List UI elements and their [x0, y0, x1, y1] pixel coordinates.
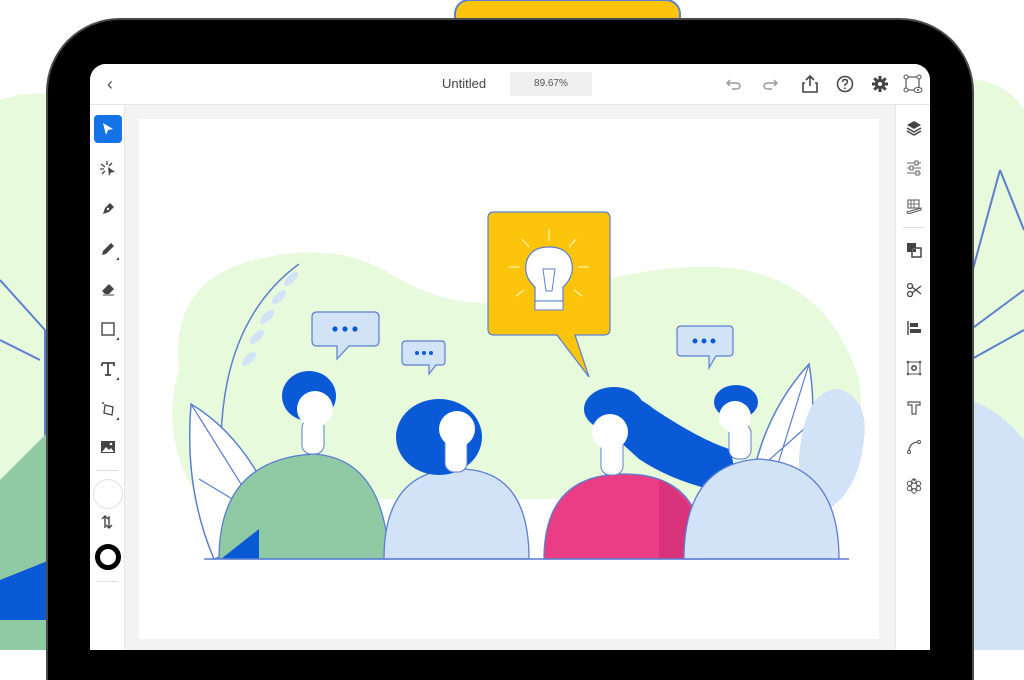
- right-toolbar: [895, 105, 930, 650]
- pencil-tool[interactable]: [94, 235, 122, 263]
- toolbar-divider: [96, 470, 118, 471]
- artwork: [172, 211, 865, 560]
- curve-icon[interactable]: [901, 433, 927, 459]
- transform-tool[interactable]: [94, 395, 122, 423]
- swatch-book-icon[interactable]: [901, 193, 927, 219]
- align-icon[interactable]: [901, 315, 927, 341]
- artboard[interactable]: [139, 119, 879, 639]
- scissors-icon[interactable]: [901, 277, 927, 303]
- selection-tool[interactable]: [94, 115, 122, 143]
- stroke-color-swatch[interactable]: [95, 544, 121, 570]
- eraser-tool[interactable]: [94, 275, 122, 303]
- sliders-icon[interactable]: [901, 155, 927, 181]
- toolbar-divider: [903, 227, 925, 228]
- settings-icon[interactable]: [870, 74, 890, 94]
- pen-nib-icon: [103, 203, 114, 214]
- left-toolbar: [90, 105, 125, 650]
- pencil-icon: [102, 243, 114, 255]
- place-image-tool[interactable]: [94, 433, 122, 461]
- rectangle-tool[interactable]: [94, 315, 122, 343]
- transform-icon: [102, 402, 114, 416]
- type-tool[interactable]: [94, 355, 122, 383]
- layers-icon[interactable]: [901, 115, 927, 141]
- canvas-area[interactable]: [125, 105, 895, 650]
- undo-icon[interactable]: [724, 74, 744, 94]
- pathfinder-icon[interactable]: [901, 237, 927, 263]
- zoom-level[interactable]: 89.67%: [510, 72, 592, 96]
- swap-arrows-icon[interactable]: [101, 515, 113, 529]
- effects-icon[interactable]: [901, 473, 927, 499]
- chevron-left-icon[interactable]: ‹: [100, 74, 120, 94]
- preview-icon[interactable]: [903, 74, 923, 94]
- top-bar: ‹ Untitled 89.67%: [90, 64, 930, 105]
- toolbar-divider: [96, 581, 118, 582]
- type-properties-icon[interactable]: [901, 395, 927, 421]
- eraser-icon: [102, 284, 114, 296]
- image-icon: [101, 441, 115, 453]
- direct-selection-tool[interactable]: [94, 155, 122, 183]
- app-screen: ‹ Untitled 89.67%: [90, 64, 930, 650]
- type-icon: [101, 362, 115, 376]
- repeat-grid-icon[interactable]: [901, 355, 927, 381]
- document-title[interactable]: Untitled: [442, 76, 486, 91]
- arrow-cursor-icon: [103, 123, 113, 135]
- help-icon[interactable]: [835, 74, 855, 94]
- rectangle-icon: [101, 322, 115, 336]
- magic-select-icon: [100, 161, 115, 176]
- fill-color-swatch[interactable]: [93, 479, 123, 509]
- redo-icon[interactable]: [760, 74, 780, 94]
- share-icon[interactable]: [800, 74, 820, 94]
- pen-tool[interactable]: [94, 195, 122, 223]
